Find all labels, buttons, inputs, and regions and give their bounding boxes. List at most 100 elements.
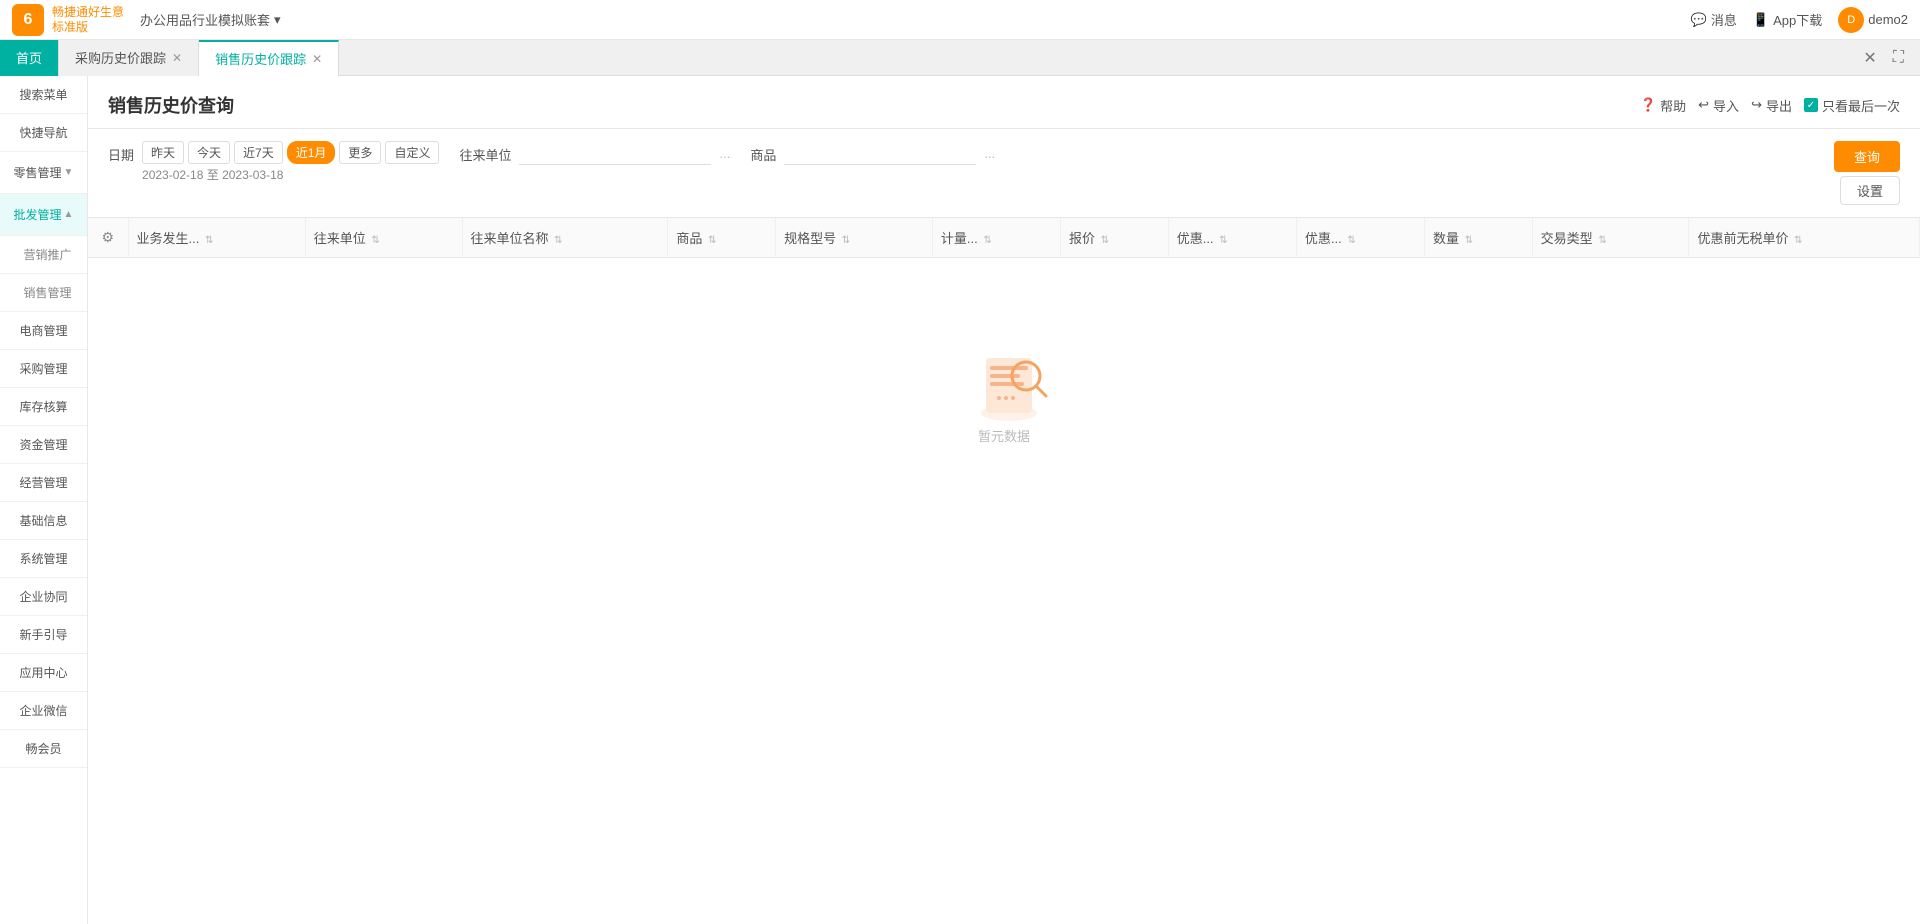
sidebar-item-retail-mgmt[interactable]: 零售管理 ▼ bbox=[0, 152, 87, 194]
table-header-spec[interactable]: 规格型号 ⇅ bbox=[776, 218, 933, 258]
date-btn-1month[interactable]: 近1月 bbox=[287, 141, 336, 164]
query-button[interactable]: 查询 bbox=[1834, 141, 1900, 172]
table-header-partner-code[interactable]: 往来单位 ⇅ bbox=[305, 218, 462, 258]
avatar: D bbox=[1838, 7, 1864, 33]
empty-state-icon bbox=[964, 338, 1044, 418]
date-range-text: 2023-02-18 至 2023-03-18 bbox=[142, 166, 439, 183]
table-header-biz-date[interactable]: 业务发生... ⇅ bbox=[128, 218, 305, 258]
sidebar-item-quick-nav[interactable]: 快捷导航 bbox=[0, 114, 87, 152]
partner-filter-label: 往来单位 bbox=[459, 141, 511, 164]
sidebar-item-sales-mgmt[interactable]: 销售管理 bbox=[0, 274, 87, 312]
help-button[interactable]: ❓ 帮助 bbox=[1640, 96, 1686, 115]
sidebar-item-label: 营销推广 bbox=[23, 246, 71, 263]
sidebar-item-marketing[interactable]: 营销推广 bbox=[0, 236, 87, 274]
gear-icon[interactable]: ⚙ bbox=[101, 229, 114, 245]
sidebar-item-inventory[interactable]: 库存核算 bbox=[0, 388, 87, 426]
sidebar-item-search-menu[interactable]: 搜索菜单 bbox=[0, 76, 87, 114]
help-icon: ❓ bbox=[1640, 97, 1656, 113]
partner-input[interactable] bbox=[519, 141, 711, 165]
close-tab-button[interactable]: ✕ bbox=[1859, 46, 1880, 70]
sidebar-item-label: 销售管理 bbox=[23, 284, 71, 301]
sidebar-item-new-user-guide[interactable]: 新手引导 bbox=[0, 616, 87, 654]
sort-icon: ⇅ bbox=[205, 235, 213, 246]
sidebar-item-label: 企业微信 bbox=[19, 702, 67, 719]
page-actions: ❓ 帮助 ↩ 导入 ↪ 导出 ✓ 只看最后一次 bbox=[1640, 96, 1900, 115]
empty-state: 暂元数据 bbox=[88, 258, 1920, 525]
date-btn-today[interactable]: 今天 bbox=[188, 141, 230, 164]
table-header-discount1[interactable]: 优惠... ⇅ bbox=[1168, 218, 1296, 258]
sidebar-item-label: 基础信息 bbox=[19, 512, 67, 529]
table-header-unit[interactable]: 计量... ⇅ bbox=[932, 218, 1060, 258]
date-buttons: 昨天 今天 近7天 近1月 更多 自定义 bbox=[142, 141, 439, 164]
sidebar-item-label: 系统管理 bbox=[19, 550, 67, 567]
date-filter-label: 日期 bbox=[108, 141, 134, 164]
filter-dates: 昨天 今天 近7天 近1月 更多 自定义 2023-02-18 至 2023-0… bbox=[142, 141, 439, 183]
tabbar: 首页 采购历史价跟踪 ✕ 销售历史价跟踪 ✕ ✕ ⛶ bbox=[0, 40, 1920, 76]
table-header-row: ⚙ 业务发生... ⇅ 往来单位 ⇅ 往来单位名称 ⇅ bbox=[88, 218, 1920, 258]
sidebar-item-basic-info[interactable]: 基础信息 bbox=[0, 502, 87, 540]
app-download-button[interactable]: 📱 App下载 bbox=[1753, 10, 1822, 29]
company-dropdown[interactable]: 办公用品行业模拟账套 ▾ bbox=[132, 10, 289, 29]
partner-dots-button[interactable]: ... bbox=[719, 146, 730, 161]
sidebar-item-business-mgmt[interactable]: 经营管理 bbox=[0, 464, 87, 502]
sort-icon: ⇅ bbox=[708, 235, 716, 246]
product-input[interactable] bbox=[784, 141, 976, 165]
table-header-trade-type[interactable]: 交易类型 ⇅ bbox=[1532, 218, 1689, 258]
phone-icon: 📱 bbox=[1753, 12, 1769, 28]
no-data-illustration bbox=[964, 338, 1054, 428]
table-header-pre-tax-price[interactable]: 优惠前无税单价 ⇅ bbox=[1689, 218, 1920, 258]
sidebar-item-label: 经营管理 bbox=[19, 474, 67, 491]
only-last-checkbox[interactable]: ✓ 只看最后一次 bbox=[1804, 96, 1900, 115]
settings-button[interactable]: 设置 bbox=[1840, 176, 1900, 205]
table-header-quantity[interactable]: 数量 ⇅ bbox=[1424, 218, 1532, 258]
import-icon: ↩ bbox=[1698, 97, 1709, 113]
date-btn-custom[interactable]: 自定义 bbox=[385, 141, 439, 164]
date-btn-more[interactable]: 更多 bbox=[339, 141, 381, 164]
partner-filter-group: 往来单位 ... bbox=[459, 141, 730, 165]
sidebar-item-vip-member[interactable]: 畅会员 bbox=[0, 730, 87, 768]
sidebar-item-label: 零售管理 bbox=[14, 164, 62, 181]
brand-name: 畅捷通好生意 标准版 bbox=[52, 5, 124, 34]
sidebar-item-label: 畅会员 bbox=[25, 740, 61, 757]
message-icon: 💬 bbox=[1691, 12, 1707, 28]
table-header-discount2[interactable]: 优惠... ⇅ bbox=[1296, 218, 1424, 258]
partner-input-group: ... bbox=[519, 141, 730, 165]
sidebar-item-wholesale-mgmt[interactable]: 批发管理 ▲ bbox=[0, 194, 87, 236]
import-button[interactable]: ↩ 导入 bbox=[1698, 96, 1739, 115]
sidebar-item-enterprise-wechat[interactable]: 企业微信 bbox=[0, 692, 87, 730]
tab-sales-close[interactable]: ✕ bbox=[312, 52, 322, 66]
sort-icon: ⇅ bbox=[1101, 235, 1109, 246]
export-button[interactable]: ↪ 导出 bbox=[1751, 96, 1792, 115]
page-title: 销售历史价查询 bbox=[108, 92, 234, 118]
maximize-button[interactable]: ⛶ bbox=[1889, 47, 1908, 69]
user-profile-button[interactable]: D demo2 bbox=[1838, 7, 1908, 33]
table-header-product[interactable]: 商品 ⇅ bbox=[668, 218, 776, 258]
tabbar-actions: ✕ ⛶ bbox=[1859, 46, 1920, 70]
tab-sales[interactable]: 销售历史价跟踪 ✕ bbox=[199, 40, 339, 76]
sort-icon: ⇅ bbox=[554, 235, 562, 246]
tab-sales-label: 销售历史价跟踪 bbox=[215, 49, 306, 68]
checkbox-icon: ✓ bbox=[1804, 98, 1818, 112]
sort-icon: ⇅ bbox=[1347, 235, 1355, 246]
sort-icon: ⇅ bbox=[1794, 235, 1802, 246]
sidebar-item-system-mgmt[interactable]: 系统管理 bbox=[0, 540, 87, 578]
sidebar-item-enterprise-collab[interactable]: 企业协同 bbox=[0, 578, 87, 616]
export-icon: ↪ bbox=[1751, 97, 1762, 113]
tab-purchase-close[interactable]: ✕ bbox=[172, 51, 182, 65]
sidebar-item-purchase-mgmt[interactable]: 采购管理 bbox=[0, 350, 87, 388]
sidebar-item-label: 批发管理 bbox=[14, 206, 62, 223]
content-area: 销售历史价查询 ❓ 帮助 ↩ 导入 ↪ 导出 ✓ 只看最后一次 bbox=[88, 76, 1920, 924]
date-btn-7days[interactable]: 近7天 bbox=[234, 141, 283, 164]
tab-purchase[interactable]: 采购历史价跟踪 ✕ bbox=[59, 40, 199, 76]
date-btn-yesterday[interactable]: 昨天 bbox=[142, 141, 184, 164]
main-layout: 搜索菜单 快捷导航 零售管理 ▼ 批发管理 ▲ 营销推广 销售管理 电商管理 采… bbox=[0, 76, 1920, 924]
tab-home[interactable]: 首页 bbox=[0, 40, 59, 76]
product-dots-button[interactable]: ... bbox=[984, 146, 995, 161]
sidebar-item-finance-mgmt[interactable]: 资金管理 bbox=[0, 426, 87, 464]
sidebar-item-ecommerce-mgmt[interactable]: 电商管理 bbox=[0, 312, 87, 350]
message-button[interactable]: 💬 消息 bbox=[1691, 10, 1737, 29]
sidebar-item-app-center[interactable]: 应用中心 bbox=[0, 654, 87, 692]
table-header-quote[interactable]: 报价 ⇅ bbox=[1061, 218, 1169, 258]
table-header-gear[interactable]: ⚙ bbox=[88, 218, 128, 258]
table-header-partner-name[interactable]: 往来单位名称 ⇅ bbox=[462, 218, 668, 258]
